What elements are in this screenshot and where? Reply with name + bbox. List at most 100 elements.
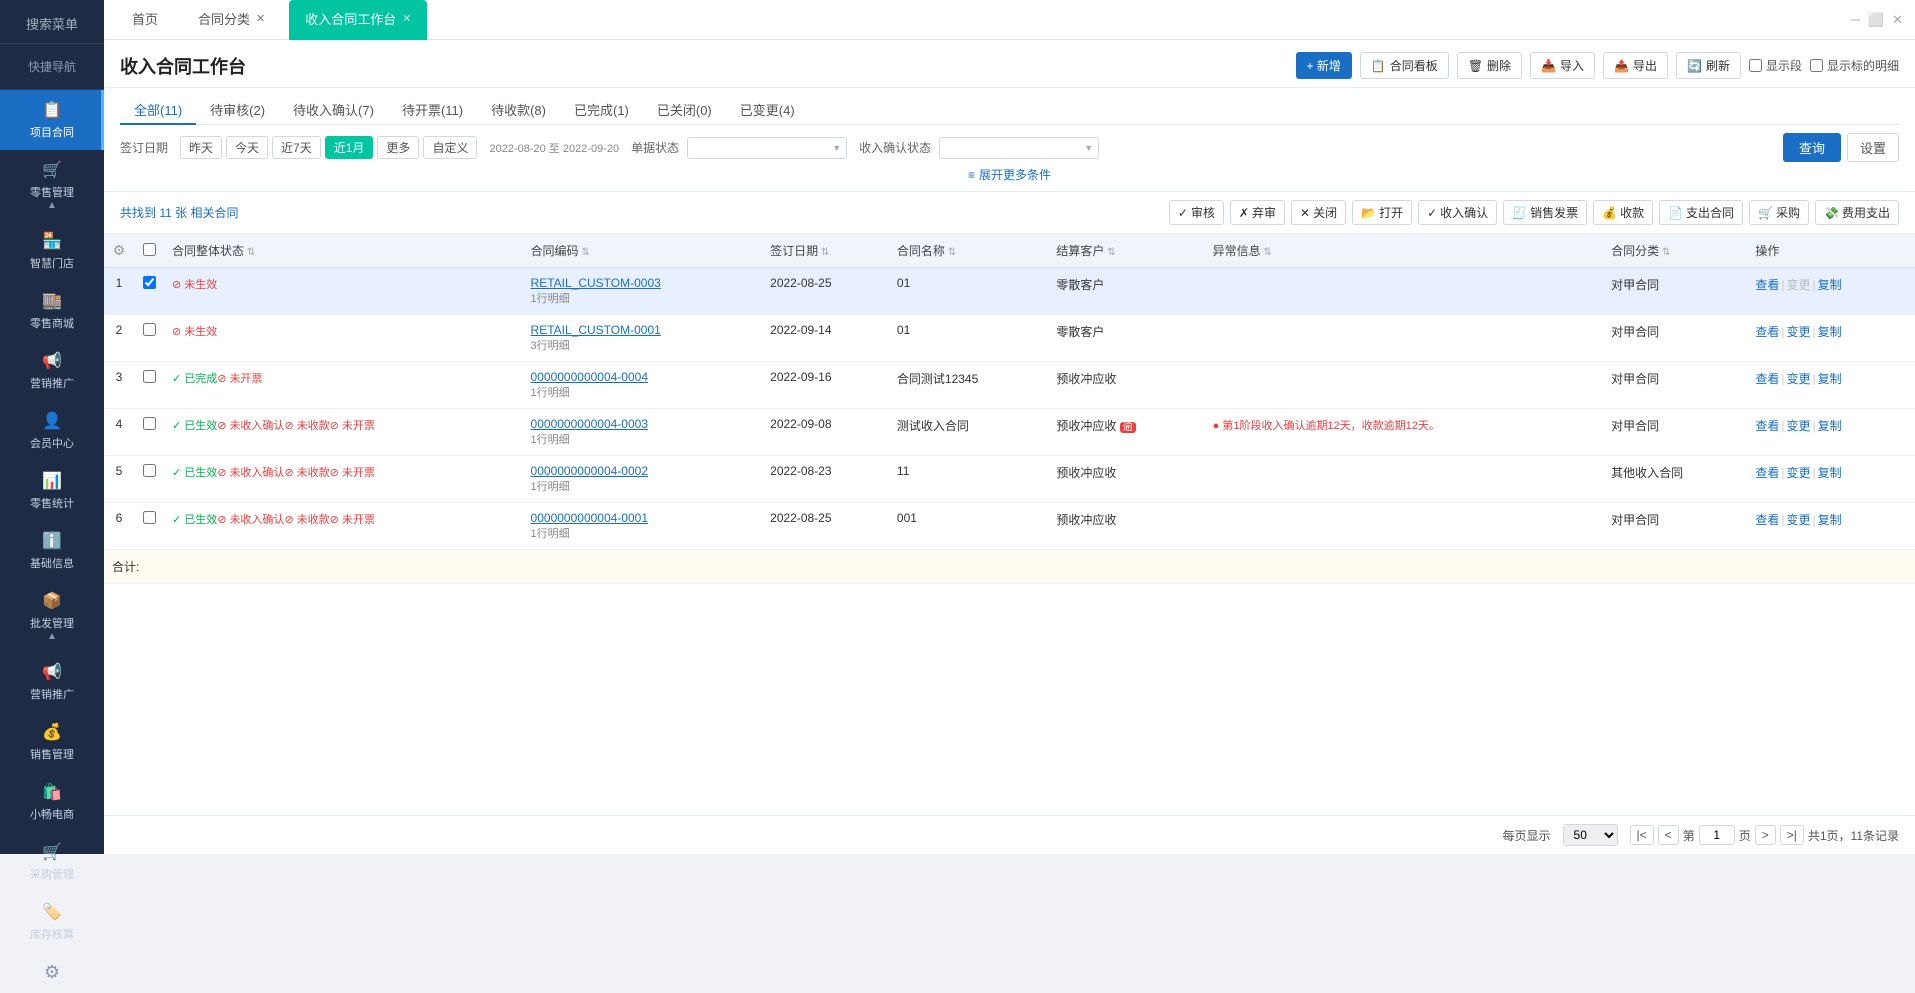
toolbar-btn-expense-contract[interactable]: 📄支出合同 [1659, 200, 1743, 225]
sidebar-item-marketing2[interactable]: 📢 营销推广 [0, 652, 104, 712]
contract-code-link[interactable]: RETAIL_CUSTOM-0001 [531, 323, 661, 337]
close-btn[interactable]: ✕ [1892, 12, 1903, 28]
row-checkbox[interactable] [143, 417, 156, 430]
col-settlement-customer[interactable]: 结算客户 [1048, 234, 1204, 268]
filter-tab-pending-payment[interactable]: 待收款(8) [477, 96, 560, 125]
prev-page-btn[interactable]: < [1658, 825, 1679, 845]
toolbar-btn-purchase[interactable]: 🛒采购 [1749, 200, 1809, 225]
col-contract-type[interactable]: 合同分类 [1603, 234, 1747, 268]
action-查看-link[interactable]: 查看 [1755, 325, 1779, 339]
contract-code-link[interactable]: 0000000000004-0002 [531, 464, 648, 478]
contract-code-link[interactable]: 0000000000004-0001 [531, 511, 648, 525]
sidebar-item-xiaochang[interactable]: 🛍️ 小畅电商 [0, 772, 104, 832]
toolbar-btn-income-confirm[interactable]: ✓收入确认 [1418, 200, 1497, 225]
action-复制-link[interactable]: 复制 [1818, 419, 1842, 433]
date-btn-custom[interactable]: 自定义 [423, 136, 477, 159]
filter-tab-all[interactable]: 全部(11) [120, 96, 196, 125]
export-button[interactable]: 📤 导出 [1603, 52, 1668, 79]
filter-tab-closed[interactable]: 已关闭(0) [643, 96, 726, 125]
import-button[interactable]: 📥 导入 [1530, 52, 1595, 79]
table-scroll[interactable]: ⚙ 合同整体状态 合同编码 签订日期 合同名称 结算客户 异常信息 合同分类 操… [104, 234, 1915, 815]
sidebar-item-basic-info[interactable]: ℹ️ 基础信息 [0, 521, 104, 581]
tab-close-contract-classify[interactable]: ✕ [256, 12, 265, 25]
sidebar-item-retail-stats[interactable]: 📊 零售统计 [0, 461, 104, 521]
maximize-btn[interactable]: ⬜ [1868, 12, 1884, 28]
toolbar-btn-review[interactable]: ✓审核 [1169, 200, 1224, 225]
show-marked-input[interactable] [1810, 59, 1823, 72]
sidebar-item-purchase-mgmt[interactable]: 🛒 采购管理 [0, 832, 104, 892]
date-btn-today[interactable]: 今天 [226, 136, 268, 159]
next-page-btn[interactable]: > [1755, 825, 1776, 845]
action-复制-link[interactable]: 复制 [1818, 278, 1842, 292]
sidebar-item-retail-mall[interactable]: 🏬 零售商城 [0, 281, 104, 341]
date-btn-last1month[interactable]: 近1月 [325, 136, 374, 159]
action-查看-link[interactable]: 查看 [1755, 372, 1779, 386]
col-contract-code[interactable]: 合同编码 [523, 234, 763, 268]
settings-icon[interactable]: ⚙ [44, 962, 60, 983]
minimize-btn[interactable]: ─ [1851, 12, 1860, 28]
income-confirm-select[interactable] [939, 137, 1099, 159]
filter-tab-pending-confirm[interactable]: 待收入确认(7) [279, 96, 388, 125]
set-button[interactable]: 设置 [1847, 133, 1899, 162]
toolbar-btn-open[interactable]: 📂打开 [1352, 200, 1412, 225]
toolbar-btn-abandon[interactable]: ✗弃审 [1230, 200, 1285, 225]
row-checkbox[interactable] [143, 511, 156, 524]
contract-board-button[interactable]: 📋 合同看板 [1360, 52, 1449, 79]
filter-tab-completed[interactable]: 已完成(1) [560, 96, 643, 125]
action-变更-link[interactable]: 变更 [1786, 466, 1810, 480]
show-fields-checkbox[interactable]: 显示段 [1749, 57, 1802, 74]
contract-code-link[interactable]: 0000000000004-0004 [531, 370, 648, 384]
refresh-button[interactable]: 🔄 刷新 [1676, 52, 1741, 79]
doc-status-select[interactable] [687, 137, 847, 159]
action-查看-link[interactable]: 查看 [1755, 419, 1779, 433]
query-button[interactable]: 查询 [1783, 133, 1841, 162]
new-button[interactable]: + 新增 [1296, 52, 1352, 79]
page-size-select[interactable]: 50 20 100 [1563, 824, 1618, 846]
expand-conditions-btn[interactable]: ≡ 展开更多条件 [968, 166, 1051, 183]
date-btn-more[interactable]: 更多 [377, 136, 419, 159]
tab-close-income-workbench[interactable]: ✕ [402, 12, 411, 25]
sidebar-item-project-contract[interactable]: 📋 项目合同 [0, 90, 104, 150]
row-checkbox[interactable] [143, 464, 156, 477]
select-all-checkbox[interactable] [143, 243, 156, 256]
action-变更-link[interactable]: 变更 [1786, 513, 1810, 527]
last-page-btn[interactable]: >| [1780, 825, 1804, 845]
page-input[interactable] [1699, 825, 1735, 845]
toolbar-btn-collection[interactable]: 💰收款 [1593, 200, 1653, 225]
sidebar-item-smart-store[interactable]: 🏪 智慧门店 [0, 221, 104, 281]
col-exception-info[interactable]: 异常信息 [1205, 234, 1604, 268]
tab-contract-classify[interactable]: 合同分类✕ [182, 0, 281, 40]
contract-code-link[interactable]: RETAIL_CUSTOM-0003 [531, 276, 661, 290]
action-查看-link[interactable]: 查看 [1755, 466, 1779, 480]
action-复制-link[interactable]: 复制 [1818, 513, 1842, 527]
toolbar-btn-close[interactable]: ✕关闭 [1291, 200, 1346, 225]
row-checkbox[interactable] [143, 276, 156, 289]
sidebar-item-marketing[interactable]: 📢 营销推广 [0, 341, 104, 401]
action-查看-link[interactable]: 查看 [1755, 278, 1779, 292]
date-btn-yesterday[interactable]: 昨天 [180, 136, 222, 159]
action-复制-link[interactable]: 复制 [1818, 466, 1842, 480]
filter-tab-changed[interactable]: 已变更(4) [726, 96, 809, 125]
col-overall-status[interactable]: 合同整体状态 [164, 234, 523, 268]
action-变更-link[interactable]: 变更 [1786, 325, 1810, 339]
toolbar-btn-expense-payout[interactable]: 💸费用支出 [1815, 200, 1899, 225]
toolbar-btn-sales-invoice[interactable]: 🧾销售发票 [1503, 200, 1587, 225]
sidebar-item-sales-mgmt[interactable]: 💰 销售管理 [0, 712, 104, 772]
action-查看-link[interactable]: 查看 [1755, 513, 1779, 527]
action-变更-link[interactable]: 变更 [1786, 372, 1810, 386]
sidebar-search-label[interactable]: 搜索菜单 [0, 0, 104, 44]
date-btn-last7[interactable]: 近7天 [272, 136, 321, 159]
delete-button[interactable]: 🗑 删除 [1457, 52, 1522, 79]
tab-home[interactable]: 首页 [116, 0, 174, 40]
sidebar-item-retail-mgmt[interactable]: 🛒 零售管理 ▲ [0, 150, 104, 221]
action-复制-link[interactable]: 复制 [1818, 325, 1842, 339]
show-fields-input[interactable] [1749, 59, 1762, 72]
show-marked-checkbox[interactable]: 显示标的明细 [1810, 57, 1899, 74]
action-变更-link[interactable]: 变更 [1786, 419, 1810, 433]
sidebar-item-wholesale-mgmt[interactable]: 📦 批发管理 ▲ [0, 581, 104, 652]
filter-tab-pending-review[interactable]: 待审核(2) [196, 96, 279, 125]
sidebar-item-member-center[interactable]: 👤 会员中心 [0, 401, 104, 461]
col-contract-name[interactable]: 合同名称 [889, 234, 1049, 268]
action-复制-link[interactable]: 复制 [1818, 372, 1842, 386]
gear-icon[interactable]: ⚙ [113, 242, 126, 258]
